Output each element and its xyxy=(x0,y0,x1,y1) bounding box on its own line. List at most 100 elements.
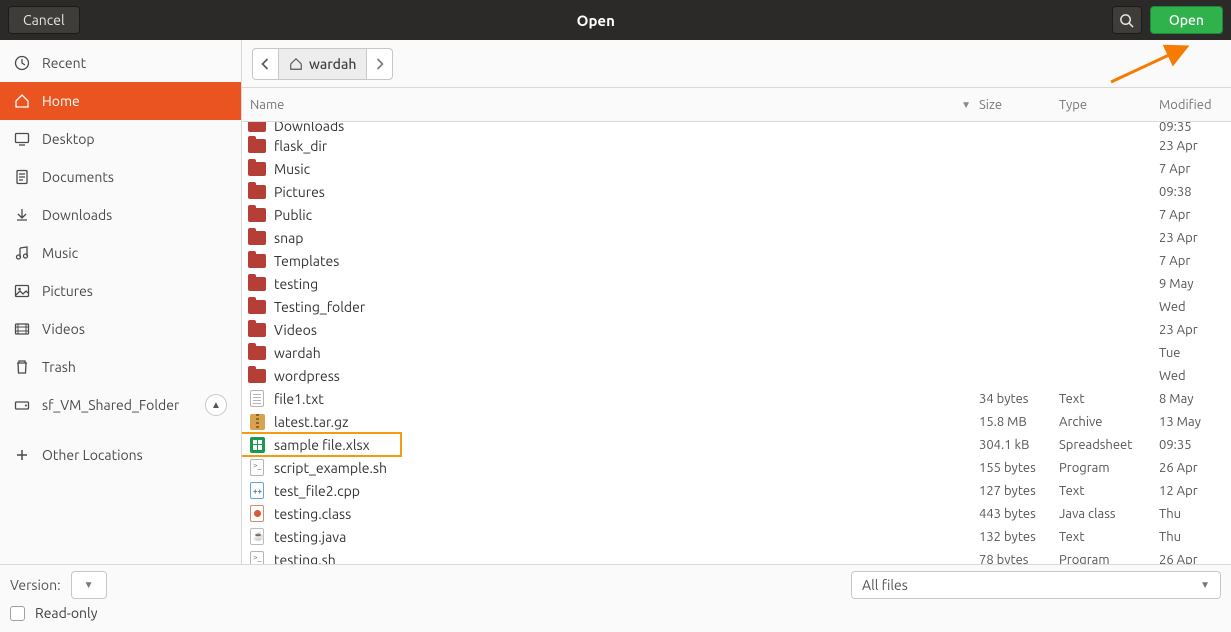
sidebar-item-sf-vm-shared-folder[interactable]: sf_VM_Shared_Folder ▲ xyxy=(0,386,241,424)
file-size: 304.1 kB xyxy=(979,438,1059,452)
docs-icon xyxy=(14,169,30,185)
dialog-title: Open xyxy=(88,12,1104,29)
column-type[interactable]: Type xyxy=(1059,98,1159,112)
file-size: 132 bytes xyxy=(979,530,1059,544)
sidebar-item-documents[interactable]: Documents xyxy=(0,158,241,196)
file-type: Text xyxy=(1059,484,1159,498)
file-row[interactable]: Pictures09:38 xyxy=(242,180,1231,203)
eject-button[interactable]: ▲ xyxy=(205,394,227,416)
file-modified: 13 May xyxy=(1159,415,1231,429)
places-sidebar: Recent Home DesktopDocuments Downloads Music… xyxy=(0,40,242,564)
file-name: wordpress xyxy=(274,368,979,384)
file-name: Pictures xyxy=(274,184,979,200)
footer-bar: Version: ▼ All files ▼ Read-only xyxy=(0,564,1231,632)
column-size[interactable]: Size xyxy=(979,98,1059,112)
file-row[interactable]: testing.java132 bytesTextThu xyxy=(242,525,1231,548)
file-row[interactable]: Templates 7 Apr xyxy=(242,249,1231,272)
filetype-filter-select[interactable]: All files ▼ xyxy=(851,571,1221,599)
file-name: test_file2.cpp xyxy=(274,483,979,499)
file-modified: Wed xyxy=(1159,369,1231,383)
file-type: Program xyxy=(1059,553,1159,565)
sidebar-item-label: sf_VM_Shared_Folder xyxy=(42,397,179,413)
file-type: Text xyxy=(1059,530,1159,544)
file-row[interactable]: wordpress Wed xyxy=(242,364,1231,387)
file-row[interactable]: testing.class443 bytesJava classThu xyxy=(242,502,1231,525)
folder-icon xyxy=(248,137,266,155)
file-modified: 12 Apr xyxy=(1159,484,1231,498)
sidebar-item-other-locations[interactable]: Other Locations xyxy=(0,436,241,474)
sidebar-item-downloads[interactable]: Downloads xyxy=(0,196,241,234)
sort-indicator-icon: ▼ xyxy=(961,99,971,111)
music-icon xyxy=(14,245,30,261)
cancel-button[interactable]: Cancel xyxy=(8,6,80,34)
version-select[interactable]: ▼ xyxy=(71,571,107,599)
drive-icon xyxy=(14,397,30,413)
sidebar-item-label: Home xyxy=(42,93,80,109)
file-row[interactable]: testing.sh78 bytesProgram26 Apr xyxy=(242,548,1231,564)
sidebar-item-videos[interactable]: Videos xyxy=(0,310,241,348)
sidebar-item-label: Trash xyxy=(42,359,76,375)
path-current-segment[interactable]: wardah xyxy=(279,49,367,79)
file-row[interactable]: Testing_folderWed xyxy=(242,295,1231,318)
sidebar-item-music[interactable]: Music xyxy=(0,234,241,272)
file-row[interactable]: flask_dir23 Apr xyxy=(242,134,1231,157)
path-back-button[interactable] xyxy=(253,49,279,79)
sidebar-item-recent[interactable]: Recent xyxy=(0,44,241,82)
column-modified[interactable]: Modified xyxy=(1159,98,1231,112)
file-modified: 8 May xyxy=(1159,392,1231,406)
file-modified: Thu xyxy=(1159,530,1231,544)
file-name: flask_dir xyxy=(274,138,979,154)
folder-icon xyxy=(248,206,266,224)
file-row[interactable]: snap23 Apr xyxy=(242,226,1231,249)
file-row[interactable]: wardahTue xyxy=(242,341,1231,364)
file-row[interactable]: Music7 Apr xyxy=(242,157,1231,180)
sidebar-item-trash[interactable]: Trash xyxy=(0,348,241,386)
readonly-checkbox[interactable] xyxy=(10,606,25,621)
chevron-down-icon: ▼ xyxy=(84,579,94,591)
file-modified: 9 May xyxy=(1159,277,1231,291)
column-name-label: Name xyxy=(250,98,284,112)
chevron-right-icon xyxy=(375,58,384,70)
file-name: Downloads xyxy=(274,122,979,134)
folder-icon xyxy=(248,344,266,362)
sidebar-item-label: Pictures xyxy=(42,283,93,299)
trash-icon xyxy=(14,359,30,375)
xls-icon xyxy=(248,436,266,454)
archive-icon xyxy=(248,413,266,431)
sidebar-item-desktop[interactable]: Desktop xyxy=(0,120,241,158)
file-row[interactable]: Public 7 Apr xyxy=(242,203,1231,226)
sidebar-item-pictures[interactable]: Pictures xyxy=(0,272,241,310)
file-name: wardah xyxy=(274,345,979,361)
file-name: script_example.sh xyxy=(274,460,979,476)
file-row[interactable]: file1.txt34 bytesText8 May xyxy=(242,387,1231,410)
file-size: 155 bytes xyxy=(979,461,1059,475)
file-row[interactable]: script_example.sh155 bytesProgram26 Apr xyxy=(242,456,1231,479)
java-icon xyxy=(248,528,266,546)
file-modified: 7 Apr xyxy=(1159,254,1231,268)
sidebar-item-label: Downloads xyxy=(42,207,112,223)
sidebar-item-label: Videos xyxy=(42,321,85,337)
file-name: testing.sh xyxy=(274,552,979,565)
path-forward-button[interactable] xyxy=(367,49,392,79)
folder-icon xyxy=(248,229,266,247)
file-type: Archive xyxy=(1059,415,1159,429)
path-current-label: wardah xyxy=(309,56,356,72)
folder-icon xyxy=(248,122,266,134)
clock-icon xyxy=(14,55,30,71)
file-row[interactable]: Downloads09:35 xyxy=(242,122,1231,134)
column-name[interactable]: Name ▼ xyxy=(248,98,979,112)
sidebar-item-label: Music xyxy=(42,245,78,261)
search-button[interactable] xyxy=(1112,6,1142,34)
open-button[interactable]: Open xyxy=(1150,6,1223,34)
file-name: Templates xyxy=(274,253,979,269)
file-row[interactable]: Videos23 Apr xyxy=(242,318,1231,341)
file-modified: 7 Apr xyxy=(1159,208,1231,222)
file-row[interactable]: testing 9 May xyxy=(242,272,1231,295)
file-row[interactable]: sample file.xlsx304.1 kBSpreadsheet09:35 xyxy=(242,433,1231,456)
sidebar-item-home[interactable]: Home xyxy=(0,82,241,120)
file-name: Public xyxy=(274,207,979,223)
file-list[interactable]: Downloads09:35flask_dir23 AprMusic7 AprP… xyxy=(242,122,1231,564)
file-row[interactable]: test_file2.cpp127 bytesText12 Apr xyxy=(242,479,1231,502)
file-row[interactable]: latest.tar.gz15.8 MBArchive13 May xyxy=(242,410,1231,433)
file-name: testing xyxy=(274,276,979,292)
